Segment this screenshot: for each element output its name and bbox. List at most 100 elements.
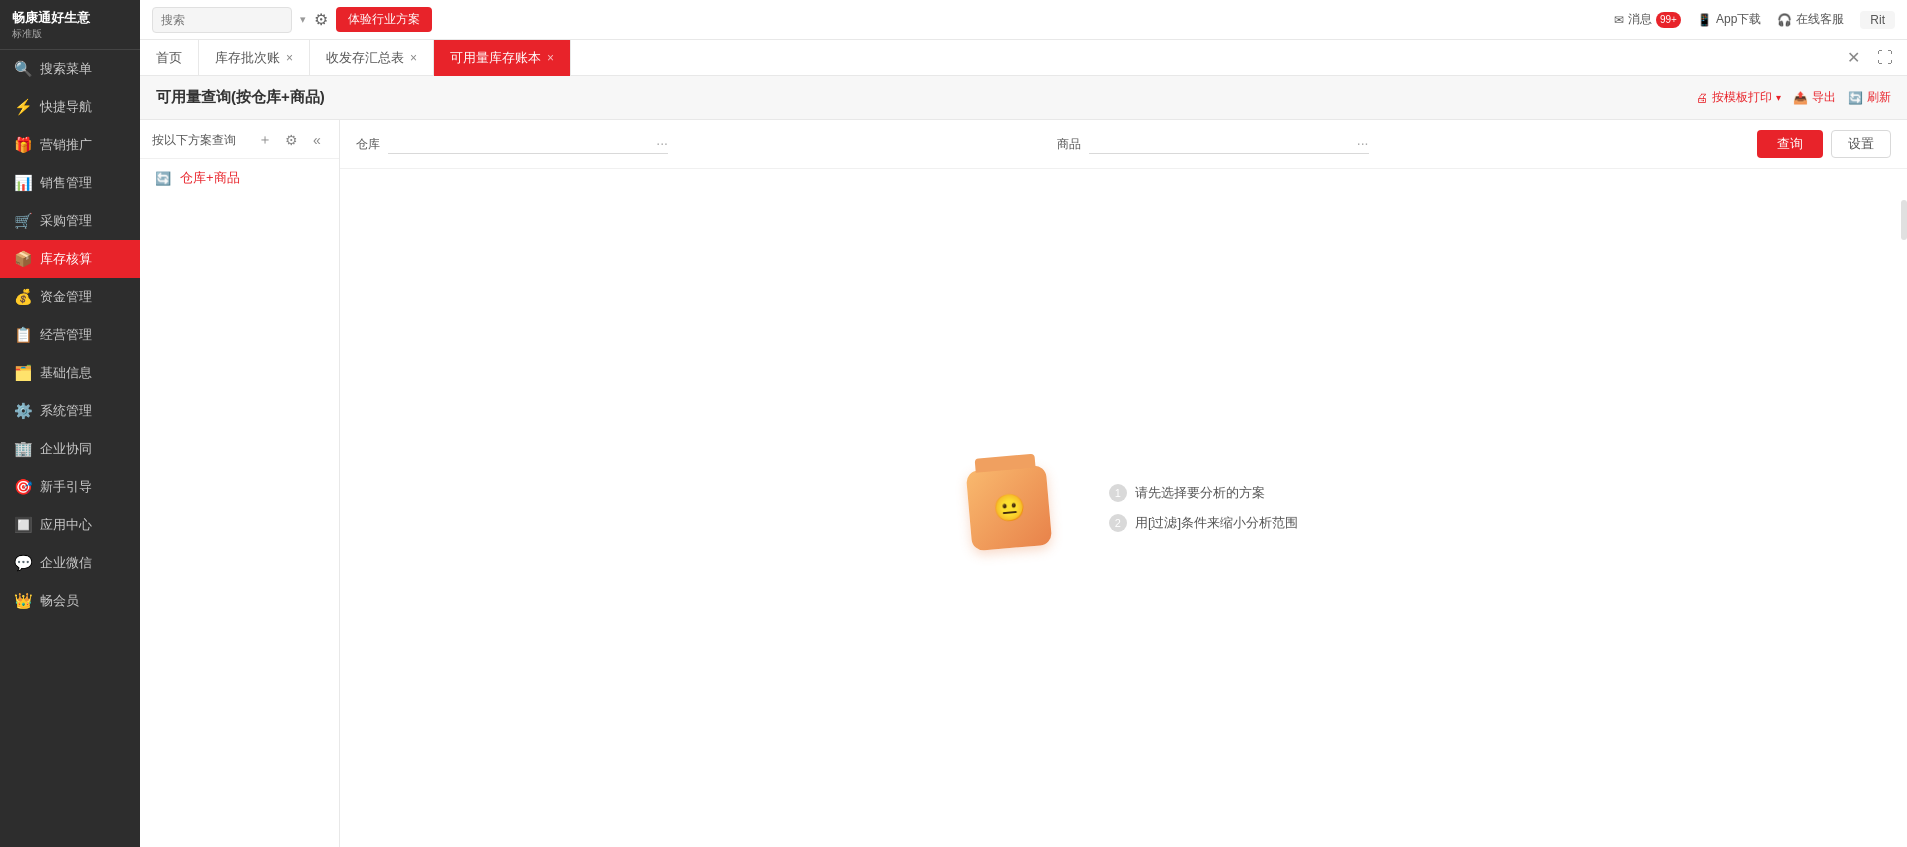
add-scheme-button[interactable]: ＋ xyxy=(255,130,275,150)
scroll-handle[interactable] xyxy=(1901,200,1907,240)
tab-available-stock-close[interactable]: × xyxy=(547,51,554,65)
sidebar-item-system[interactable]: ⚙️ 系统管理 xyxy=(0,392,140,430)
sidebar-item-label: 企业微信 xyxy=(40,554,92,572)
left-panel-title: 按以下方案查询 xyxy=(152,132,236,149)
app-download-label: App下载 xyxy=(1716,11,1761,28)
money-icon: 💰 xyxy=(14,288,32,306)
sidebar-item-operations[interactable]: 📋 经营管理 xyxy=(0,316,140,354)
search-wrap xyxy=(152,7,292,33)
chevron-down-icon[interactable]: ▾ xyxy=(300,13,306,26)
phone-icon: 📱 xyxy=(1697,13,1712,27)
export-button[interactable]: 📤 导出 xyxy=(1793,89,1836,106)
target-icon: 🎯 xyxy=(14,478,32,496)
tab-home-label: 首页 xyxy=(156,49,182,67)
sidebar-item-app-center[interactable]: 🔲 应用中心 xyxy=(0,506,140,544)
tab-batch-account-close[interactable]: × xyxy=(286,51,293,65)
sidebar-item-basic-info[interactable]: 🗂️ 基础信息 xyxy=(0,354,140,392)
sidebar-logo: 畅康通好生意 标准版 xyxy=(0,0,140,50)
tab-available-stock[interactable]: 可用量库存账本 × xyxy=(434,40,571,76)
sidebar-item-shortcut[interactable]: ⚡ 快捷导航 xyxy=(0,88,140,126)
query-button[interactable]: 查询 xyxy=(1757,130,1823,158)
sidebar-item-finance[interactable]: 💰 资金管理 xyxy=(0,278,140,316)
sidebar-item-label: 销售管理 xyxy=(40,174,92,192)
main-content: ▾ ⚙ 体验行业方案 ✉ 消息 99+ 📱 App下载 🎧 在线客服 Rit xyxy=(140,0,1907,847)
empty-box-icon: 😐 xyxy=(966,465,1053,552)
page-header: 可用量查询(按仓库+商品) 🖨 按模板打印 ▾ 📤 导出 🔄 刷新 xyxy=(140,76,1907,120)
topbar-right: ✉ 消息 99+ 📱 App下载 🎧 在线客服 Rit xyxy=(1614,11,1895,29)
printer-icon: 🖨 xyxy=(1696,91,1708,105)
goods-more-icon[interactable]: ··· xyxy=(1357,135,1369,151)
scheme-item-warehouse-goods[interactable]: 🔄 仓库+商品 xyxy=(140,159,339,197)
search-input[interactable] xyxy=(161,13,283,27)
gear-icon: ⚙️ xyxy=(14,402,32,420)
sidebar-item-inventory[interactable]: 📦 库存核算 xyxy=(0,240,140,278)
building-icon: 🏢 xyxy=(14,440,32,458)
sidebar-item-label: 基础信息 xyxy=(40,364,92,382)
message-icon: ✉ xyxy=(1614,13,1624,27)
tab-stock-summary-label: 收发存汇总表 xyxy=(326,49,404,67)
warehouse-input[interactable] xyxy=(388,136,656,150)
industry-solution-button[interactable]: 体验行业方案 xyxy=(336,7,432,32)
edit-scheme-button[interactable]: ⚙ xyxy=(281,130,301,150)
crown-icon: 👑 xyxy=(14,592,32,610)
chart-icon: 📊 xyxy=(14,174,32,192)
search-icon: 🔍 xyxy=(14,60,32,78)
sidebar-item-marketing[interactable]: 🎁 营销推广 xyxy=(0,126,140,164)
app-download-button[interactable]: 📱 App下载 xyxy=(1697,11,1761,28)
page-actions: 🖨 按模板打印 ▾ 📤 导出 🔄 刷新 xyxy=(1696,89,1891,106)
empty-hint-1: 1 请先选择要分析的方案 xyxy=(1109,484,1298,502)
expand-tab-button[interactable]: ⛶ xyxy=(1871,44,1899,72)
sidebar-item-enterprise[interactable]: 🏢 企业协同 xyxy=(0,430,140,468)
content-area: 按以下方案查询 ＋ ⚙ « 🔄 仓库+商品 仓库 ··· xyxy=(140,120,1907,847)
settings-icon[interactable]: ⚙ xyxy=(314,10,328,29)
sidebar-scroll: 🔍 搜索菜单 ⚡ 快捷导航 🎁 营销推广 📊 销售管理 🛒 采购管理 📦 库存核… xyxy=(0,50,140,847)
collapse-panel-button[interactable]: « xyxy=(307,130,327,150)
page-title: 可用量查询(按仓库+商品) xyxy=(156,88,1696,107)
sidebar-item-label: 应用中心 xyxy=(40,516,92,534)
user-profile-button[interactable]: Rit xyxy=(1860,11,1895,29)
message-button[interactable]: ✉ 消息 99+ xyxy=(1614,11,1681,28)
close-tab-button[interactable]: ✕ xyxy=(1839,44,1867,72)
print-label: 按模板打印 xyxy=(1712,89,1772,106)
empty-illustration: 😐 xyxy=(949,448,1069,568)
goods-filter-group: 商品 ··· xyxy=(1057,135,1742,154)
sidebar-item-wechat-work[interactable]: 💬 企业微信 xyxy=(0,544,140,582)
warehouse-filter-group: 仓库 ··· xyxy=(356,135,1041,154)
sidebar-item-membership[interactable]: 👑 畅会员 xyxy=(0,582,140,620)
cart-icon: 🛒 xyxy=(14,212,32,230)
headset-icon: 🎧 xyxy=(1777,13,1792,27)
sidebar-item-sales[interactable]: 📊 销售管理 xyxy=(0,164,140,202)
tab-stock-summary[interactable]: 收发存汇总表 × xyxy=(310,40,434,76)
chat-icon: 💬 xyxy=(14,554,32,572)
folder-icon: 🗂️ xyxy=(14,364,32,382)
shortcut-icon: ⚡ xyxy=(14,98,32,116)
hint-number-2: 2 xyxy=(1109,514,1127,532)
goods-input[interactable] xyxy=(1089,136,1357,150)
customer-service-button[interactable]: 🎧 在线客服 xyxy=(1777,11,1844,28)
sidebar-item-search[interactable]: 🔍 搜索菜单 xyxy=(0,50,140,88)
grid-icon: 🔲 xyxy=(14,516,32,534)
sidebar-item-purchase[interactable]: 🛒 采购管理 xyxy=(0,202,140,240)
export-label: 导出 xyxy=(1812,89,1836,106)
box-icon: 📦 xyxy=(14,250,32,268)
sidebar-item-label: 快捷导航 xyxy=(40,98,92,116)
left-panel-actions: ＋ ⚙ « xyxy=(255,130,327,150)
filter-bar: 仓库 ··· 商品 ··· 查询 设置 xyxy=(340,120,1907,169)
service-label: 在线客服 xyxy=(1796,11,1844,28)
empty-state: 😐 1 请先选择要分析的方案 2 用[过滤]条件来缩小分析范围 xyxy=(340,169,1907,847)
warehouse-input-wrap: ··· xyxy=(388,135,668,154)
tab-batch-account[interactable]: 库存批次账 × xyxy=(199,40,310,76)
left-panel-header: 按以下方案查询 ＋ ⚙ « xyxy=(140,120,339,159)
refresh-button[interactable]: 🔄 刷新 xyxy=(1848,89,1891,106)
sidebar-item-label: 库存核算 xyxy=(40,250,92,268)
tab-stock-summary-close[interactable]: × xyxy=(410,51,417,65)
print-template-button[interactable]: 🖨 按模板打印 ▾ xyxy=(1696,89,1781,106)
sidebar-item-onboarding[interactable]: 🎯 新手引导 xyxy=(0,468,140,506)
warehouse-more-icon[interactable]: ··· xyxy=(656,135,668,151)
empty-hint-2: 2 用[过滤]条件来缩小分析范围 xyxy=(1109,514,1298,532)
left-panel: 按以下方案查询 ＋ ⚙ « 🔄 仓库+商品 xyxy=(140,120,340,847)
refresh-icon: 🔄 xyxy=(1848,91,1863,105)
sidebar: 畅康通好生意 标准版 🔍 搜索菜单 ⚡ 快捷导航 🎁 营销推广 📊 销售管理 🛒… xyxy=(0,0,140,847)
setting-button[interactable]: 设置 xyxy=(1831,130,1891,158)
tab-home[interactable]: 首页 xyxy=(140,40,199,76)
